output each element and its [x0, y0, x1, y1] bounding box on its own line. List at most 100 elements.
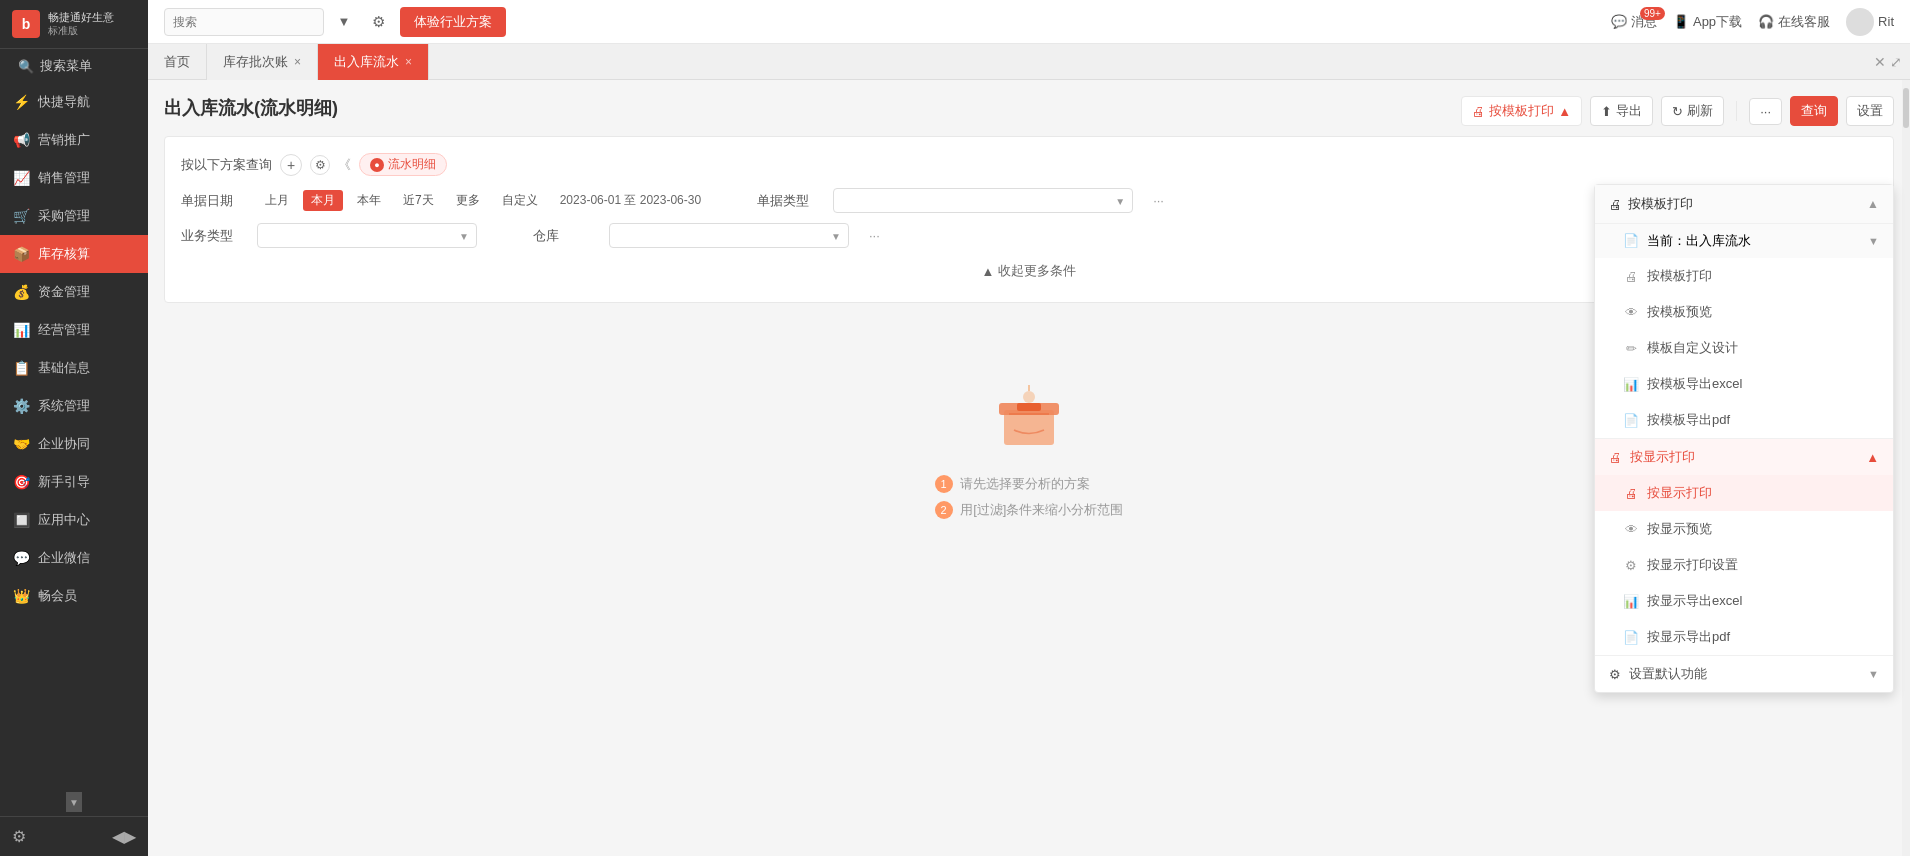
headset-icon: 🎧: [1758, 14, 1774, 29]
marketing-icon: 📢: [12, 131, 30, 149]
date-opt-this-year[interactable]: 本年: [349, 190, 389, 211]
sidebar-item-apps[interactable]: 🔲 应用中心: [0, 501, 148, 539]
app-version: 标准版: [48, 24, 114, 38]
sidebar-item-label: 采购管理: [38, 207, 90, 225]
app-download-btn[interactable]: 📱 App下载: [1673, 13, 1742, 31]
sidebar-item-collab[interactable]: 🤝 企业协同: [0, 425, 148, 463]
guide-icon: 🎯: [12, 473, 30, 491]
empty-hint-2: 2 用[过滤]条件来缩小分析范围: [935, 497, 1124, 523]
message-badge: 99+: [1640, 7, 1665, 20]
sidebar-item-purchase[interactable]: 🛒 采购管理: [0, 197, 148, 235]
user-avatar-area[interactable]: Rit: [1846, 8, 1894, 36]
topbar-search-dropdown[interactable]: ▼: [332, 10, 356, 34]
sidebar-item-system[interactable]: ⚙️ 系统管理: [0, 387, 148, 425]
print-dropdown-panel: 🖨 按模板打印 ▲ 📄 当前：出入库流水 ▼ 🖨 按模板打印: [1594, 184, 1894, 693]
flow-tab-close[interactable]: ×: [405, 55, 412, 69]
app-logo-icon: b: [12, 10, 40, 38]
date-opt-custom[interactable]: 自定义: [494, 190, 546, 211]
svg-rect-0: [1004, 410, 1054, 445]
dp-item-template-pdf[interactable]: 📄 按模板导出pdf: [1595, 402, 1893, 438]
dp-item-display-print[interactable]: 🖨 按显示打印: [1595, 475, 1893, 511]
sidebar-item-operation[interactable]: 📊 经营管理: [0, 311, 148, 349]
svg-rect-2: [1017, 403, 1041, 411]
collapse-btn[interactable]: ▲ 收起更多条件: [976, 256, 1083, 286]
date-opt-more[interactable]: 更多: [448, 190, 488, 211]
dp-item-label: 按显示预览: [1647, 520, 1712, 538]
purchase-icon: 🛒: [12, 207, 30, 225]
topbar-gear-icon[interactable]: ⚙: [364, 8, 392, 36]
sidebar-item-inventory[interactable]: 📦 库存核算: [0, 235, 148, 273]
settings-bottom-icon[interactable]: ⚙: [12, 827, 26, 846]
filter-tag-icon: ●: [370, 158, 384, 172]
sidebar-item-guide[interactable]: 🎯 新手引导: [0, 463, 148, 501]
trial-btn[interactable]: 体验行业方案: [400, 7, 506, 37]
sidebar-item-basic[interactable]: 📋 基础信息: [0, 349, 148, 387]
finance-icon: 💰: [12, 283, 30, 301]
dp-display-title: 🖨 按显示打印: [1609, 448, 1695, 466]
tab-home[interactable]: 首页: [148, 44, 207, 80]
svg-point-4: [1023, 391, 1035, 403]
customer-service-btn[interactable]: 🎧 在线客服: [1758, 13, 1830, 31]
dp-item-template-excel[interactable]: 📊 按模板导出excel: [1595, 366, 1893, 402]
batch-tab-close[interactable]: ×: [294, 55, 301, 69]
dp-footer[interactable]: ⚙ 设置默认功能 ▼: [1595, 656, 1893, 692]
more-options-btn[interactable]: ···: [1749, 98, 1782, 125]
dp-display-title-text: 按显示打印: [1630, 448, 1695, 466]
sidebar-item-marketing[interactable]: 📢 营销推广: [0, 121, 148, 159]
filter-collapse-arrow[interactable]: 《: [338, 156, 351, 174]
tab-batch[interactable]: 库存批次账 ×: [207, 44, 318, 80]
dp-item-template-preview[interactable]: 👁 按模板预览: [1595, 294, 1893, 330]
bill-type-select[interactable]: [833, 188, 1133, 213]
date-opt-7days[interactable]: 近7天: [395, 190, 442, 211]
refresh-btn[interactable]: ↻ 刷新: [1661, 96, 1724, 126]
message-btn[interactable]: 💬 消息 99+: [1611, 13, 1657, 31]
sidebar-item-label: 资金管理: [38, 283, 90, 301]
tab-bar: 首页 库存批次账 × 出入库流水 × ✕ ⤢: [148, 44, 1910, 80]
export-btn[interactable]: ⬆ 导出: [1590, 96, 1653, 126]
dp-item-display-excel[interactable]: 📊 按显示导出excel: [1595, 583, 1893, 619]
collapse-sidebar-icon[interactable]: ◀▶: [112, 827, 136, 846]
tab-maximize-icon[interactable]: ⤢: [1890, 54, 1902, 70]
dp-item-template-custom[interactable]: ✏ 模板自定义设计: [1595, 330, 1893, 366]
sidebar-item-member[interactable]: 👑 畅会员: [0, 577, 148, 615]
topbar-search-input[interactable]: [164, 8, 324, 36]
tab-flow[interactable]: 出入库流水 ×: [318, 44, 429, 80]
filter-settings-icon[interactable]: ⚙: [310, 155, 330, 175]
sidebar-item-wechat[interactable]: 💬 企业微信: [0, 539, 148, 577]
page-scrollbar[interactable]: [1902, 80, 1910, 856]
member-icon: 👑: [12, 587, 30, 605]
query-btn[interactable]: 查询: [1790, 96, 1838, 126]
dp-display-chevron-up[interactable]: ▲: [1866, 450, 1879, 465]
dp-print-item-icon: 🖨: [1623, 268, 1639, 284]
sidebar-item-sales[interactable]: 📈 销售管理: [0, 159, 148, 197]
topbar-left: ▼ ⚙ 体验行业方案: [164, 7, 506, 37]
sidebar-scroll-down[interactable]: ▼: [66, 792, 82, 812]
dp-display-print-icon: 🖨: [1623, 485, 1639, 501]
tab-close-all-icon[interactable]: ✕: [1874, 54, 1886, 70]
dp-item-display-pdf[interactable]: 📄 按显示导出pdf: [1595, 619, 1893, 655]
filter-add-btn[interactable]: +: [280, 154, 302, 176]
print-template-btn[interactable]: 🖨 按模板打印 ▲: [1461, 96, 1582, 126]
warehouse-more-icon[interactable]: ···: [869, 228, 880, 243]
dp-item-display-settings[interactable]: ⚙ 按显示打印设置: [1595, 547, 1893, 583]
dp-current-arrow[interactable]: ▼: [1868, 235, 1879, 247]
sidebar-item-label: 库存核算: [38, 245, 90, 263]
biz-type-select[interactable]: [257, 223, 477, 248]
sidebar-item-quick[interactable]: ⚡ 快捷导航: [0, 83, 148, 121]
sidebar-search[interactable]: 🔍 搜索菜单: [0, 49, 148, 83]
warehouse-select[interactable]: [609, 223, 849, 248]
bill-type-more-icon[interactable]: ···: [1153, 193, 1164, 208]
dp-chevron-up[interactable]: ▲: [1867, 197, 1879, 211]
dp-item-label: 按模板导出pdf: [1647, 411, 1730, 429]
sidebar-item-label: 经营管理: [38, 321, 90, 339]
main-content: ▼ ⚙ 体验行业方案 💬 消息 99+ 📱 App下载 🎧 在线客服 Rit: [148, 0, 1910, 856]
export-label: 导出: [1616, 102, 1642, 120]
dp-item-display-preview[interactable]: 👁 按显示预览: [1595, 511, 1893, 547]
date-opt-last-month[interactable]: 上月: [257, 190, 297, 211]
dp-display-section-header[interactable]: 🖨 按显示打印 ▲: [1595, 439, 1893, 475]
sidebar-item-finance[interactable]: 💰 资金管理: [0, 273, 148, 311]
settings-btn[interactable]: 设置: [1846, 96, 1894, 126]
date-opt-this-month[interactable]: 本月: [303, 190, 343, 211]
dp-item-template-print[interactable]: 🖨 按模板打印: [1595, 258, 1893, 294]
empty-hint-1: 1 请先选择要分析的方案: [935, 471, 1124, 497]
